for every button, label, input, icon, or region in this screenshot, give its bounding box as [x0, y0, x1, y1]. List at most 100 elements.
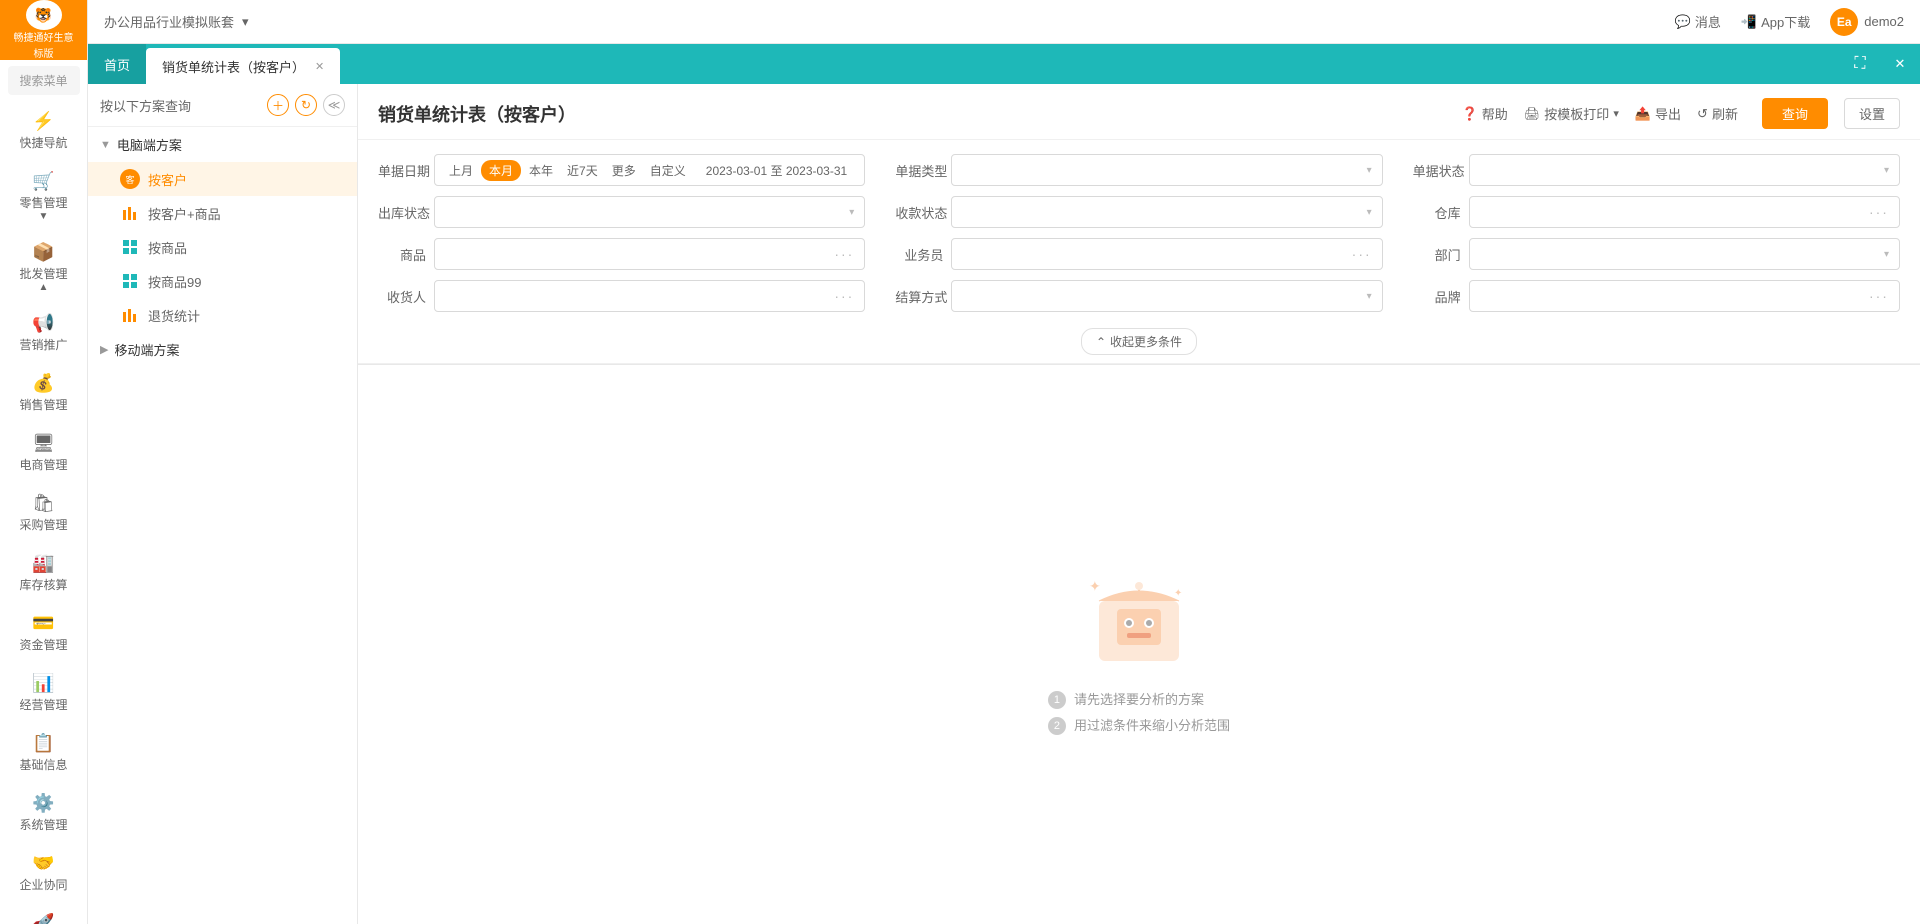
tab-sales-stats[interactable]: 销货单统计表（按客户） ✕: [146, 48, 340, 84]
sidebar-item-retail[interactable]: 🛒 零售管理 ▼: [0, 161, 88, 232]
empty-step1: 1 请先选择要分析的方案: [1048, 687, 1230, 713]
system-label: 系统管理: [19, 816, 67, 833]
order-type-dropdown[interactable]: ▾: [951, 154, 1382, 186]
collapse-scheme-btn[interactable]: ≪: [323, 94, 345, 116]
window-close-btn[interactable]: ✕: [1880, 44, 1920, 84]
tab-expand-btn[interactable]: ⛶: [1840, 44, 1880, 84]
step1-num: 1: [1048, 691, 1066, 709]
sidebar-item-basicinfo[interactable]: 📋 基础信息: [0, 723, 88, 783]
sidebar-item-inventory[interactable]: 🏭 库存核算: [0, 543, 88, 603]
date-tab-thismonth[interactable]: 本月: [481, 160, 521, 181]
filter-ordertype-col: 单据类型 ▾: [895, 154, 1382, 186]
enterprise-icon: 🤝: [32, 853, 54, 874]
inventory-icon: 🏭: [32, 553, 54, 574]
receipt-status-dropdown[interactable]: ▾: [951, 196, 1382, 228]
date-picker[interactable]: 上月 本月 本年 近7天 更多 自定义 2023-03-01 至 2023-03…: [434, 154, 865, 186]
user-info[interactable]: Ea demo2: [1830, 8, 1904, 36]
receiver-picker[interactable]: ···: [434, 280, 865, 312]
operations-label: 经营管理: [19, 696, 67, 713]
settlement-dropdown-icon: ▾: [1367, 291, 1372, 302]
purchase-icon: 🛍: [32, 493, 55, 514]
date-tab-more[interactable]: 更多: [606, 160, 642, 181]
query-button[interactable]: 查询: [1762, 98, 1828, 129]
sidebar-item-ecommerce[interactable]: 🖥 电商管理: [0, 423, 88, 483]
receiptstatus-dropdown-icon: ▾: [1367, 207, 1372, 218]
sidebar-item-wholesale[interactable]: 📦 批发管理 ▲: [0, 232, 88, 303]
help-btn[interactable]: ❓ 帮助: [1462, 104, 1508, 123]
tab-home[interactable]: 首页: [88, 44, 146, 84]
filter-brand-col: 品牌 ···: [1413, 280, 1900, 312]
app-download-btn[interactable]: 📲 App下载: [1741, 12, 1810, 31]
operations-icon: 📊: [32, 673, 54, 694]
sidebar-item-system[interactable]: ⚙️ 系统管理: [0, 783, 88, 843]
tree-child-by-customer-goods[interactable]: 按客户+商品: [88, 196, 357, 230]
collapse-btn[interactable]: ⌃ 收起更多条件: [1081, 328, 1197, 355]
left-panel-header: 按以下方案查询 ＋ ↻ ≪: [88, 84, 357, 127]
ecommerce-label: 电商管理: [19, 456, 67, 473]
sidebar-logo[interactable]: 🐯 畅捷通好生意 标版: [0, 0, 88, 60]
tree-parent-mobile[interactable]: ▶ 移动端方案: [88, 332, 357, 367]
export-btn[interactable]: 📤 导出: [1635, 104, 1681, 123]
date-tab-custom[interactable]: 自定义: [644, 160, 692, 181]
refresh-scheme-btn[interactable]: ↻: [295, 94, 317, 116]
sidebar-item-operations[interactable]: 📊 经营管理: [0, 663, 88, 723]
step2-num: 2: [1048, 717, 1066, 735]
tree-parent-desktop[interactable]: ▼ 电脑端方案: [88, 127, 357, 162]
sidebar-item-finance[interactable]: 💳 资金管理: [0, 603, 88, 663]
app-download-label: App下载: [1761, 12, 1810, 31]
marketing-icon: 📢: [32, 313, 54, 334]
print-arrow-icon: ▾: [1613, 107, 1619, 120]
receiver-label: 收货人: [378, 287, 434, 306]
topbar-right: 💬 消息 📲 App下载 Ea demo2: [1675, 8, 1904, 36]
search-menu[interactable]: 搜索菜单: [8, 66, 80, 95]
sales-icon: 💰: [32, 373, 54, 394]
sales-label: 销售管理: [19, 396, 67, 413]
goods-picker[interactable]: ···: [434, 238, 865, 270]
tab-close-icon[interactable]: ✕: [315, 60, 324, 73]
goods-dots-icon: ···: [834, 246, 854, 262]
add-scheme-btn[interactable]: ＋: [267, 94, 289, 116]
tree-arrow-mobile: ▶: [100, 343, 108, 356]
tree-child-by-goods99[interactable]: 按商品99: [88, 264, 357, 298]
sidebar-item-sales[interactable]: 💰 销售管理: [0, 363, 88, 423]
quicknav-icon: ⚡: [32, 111, 54, 132]
settings-button[interactable]: 设置: [1844, 98, 1900, 129]
main-area: 办公用品行业模拟账套 ▾ 💬 消息 📲 App下载 Ea demo2 首页: [88, 0, 1920, 924]
sidebar-item-newguide[interactable]: 🚀 新手引导: [0, 903, 88, 924]
refresh-btn[interactable]: ↺ 刷新: [1697, 104, 1738, 123]
empty-step2: 2 用过滤条件来缩小分析范围: [1048, 713, 1230, 739]
message-btn[interactable]: 💬 消息: [1675, 12, 1721, 31]
sidebar-item-purchase[interactable]: 🛍 采购管理: [0, 483, 88, 543]
logo-icon: 🐯: [26, 0, 62, 30]
empty-illustration: ✦ ✦: [1069, 551, 1209, 671]
warehouse-picker[interactable]: ···: [1469, 196, 1900, 228]
page-header: 销货单统计表（按客户） ❓ 帮助 🖨 按模板打印 ▾ 📤 导出: [358, 84, 1920, 140]
tree-child-by-goods[interactable]: 按商品: [88, 230, 357, 264]
brand-picker[interactable]: ···: [1469, 280, 1900, 312]
empty-state: ✦ ✦ 1 请先选择要分析的方案 2 用过滤条件来缩小分析范围: [358, 365, 1920, 924]
topbar-left: 办公用品行业模拟账套 ▾: [104, 12, 249, 31]
sidebar-item-enterprise[interactable]: 🤝 企业协同: [0, 843, 88, 903]
date-tab-7days[interactable]: 近7天: [561, 160, 604, 181]
sidebar-item-quicknav[interactable]: ⚡ 快捷导航: [0, 101, 88, 161]
ordertype-dropdown-icon: ▾: [1367, 165, 1372, 176]
tree-parent-desktop-label: 电脑端方案: [117, 135, 182, 154]
order-status-dropdown[interactable]: ▾: [1469, 154, 1900, 186]
receiptstatus-label: 收款状态: [895, 203, 951, 222]
date-tab-lastmonth[interactable]: 上月: [443, 160, 479, 181]
by-customer-icon: 客: [120, 169, 140, 189]
workspace-dropdown-icon[interactable]: ▾: [242, 14, 249, 30]
date-tab-thisyear[interactable]: 本年: [523, 160, 559, 181]
filter-row-1: 单据日期 上月 本月 本年 近7天 更多 自定义 20: [378, 154, 1900, 186]
sidebar-item-marketing[interactable]: 📢 营销推广: [0, 303, 88, 363]
user-name: demo2: [1864, 14, 1904, 29]
settlement-dropdown[interactable]: ▾: [951, 280, 1382, 312]
outstatus-label: 出库状态: [378, 203, 434, 222]
print-btn[interactable]: 🖨 按模板打印 ▾: [1524, 104, 1619, 123]
department-dropdown[interactable]: ▾: [1469, 238, 1900, 270]
out-status-dropdown[interactable]: ▾: [434, 196, 865, 228]
tree-child-by-customer[interactable]: 客 按客户: [88, 162, 357, 196]
by-customer-goods-label: 按客户+商品: [148, 204, 221, 223]
salesperson-picker[interactable]: ···: [951, 238, 1382, 270]
tree-child-return-stats[interactable]: 退货统计: [88, 298, 357, 332]
